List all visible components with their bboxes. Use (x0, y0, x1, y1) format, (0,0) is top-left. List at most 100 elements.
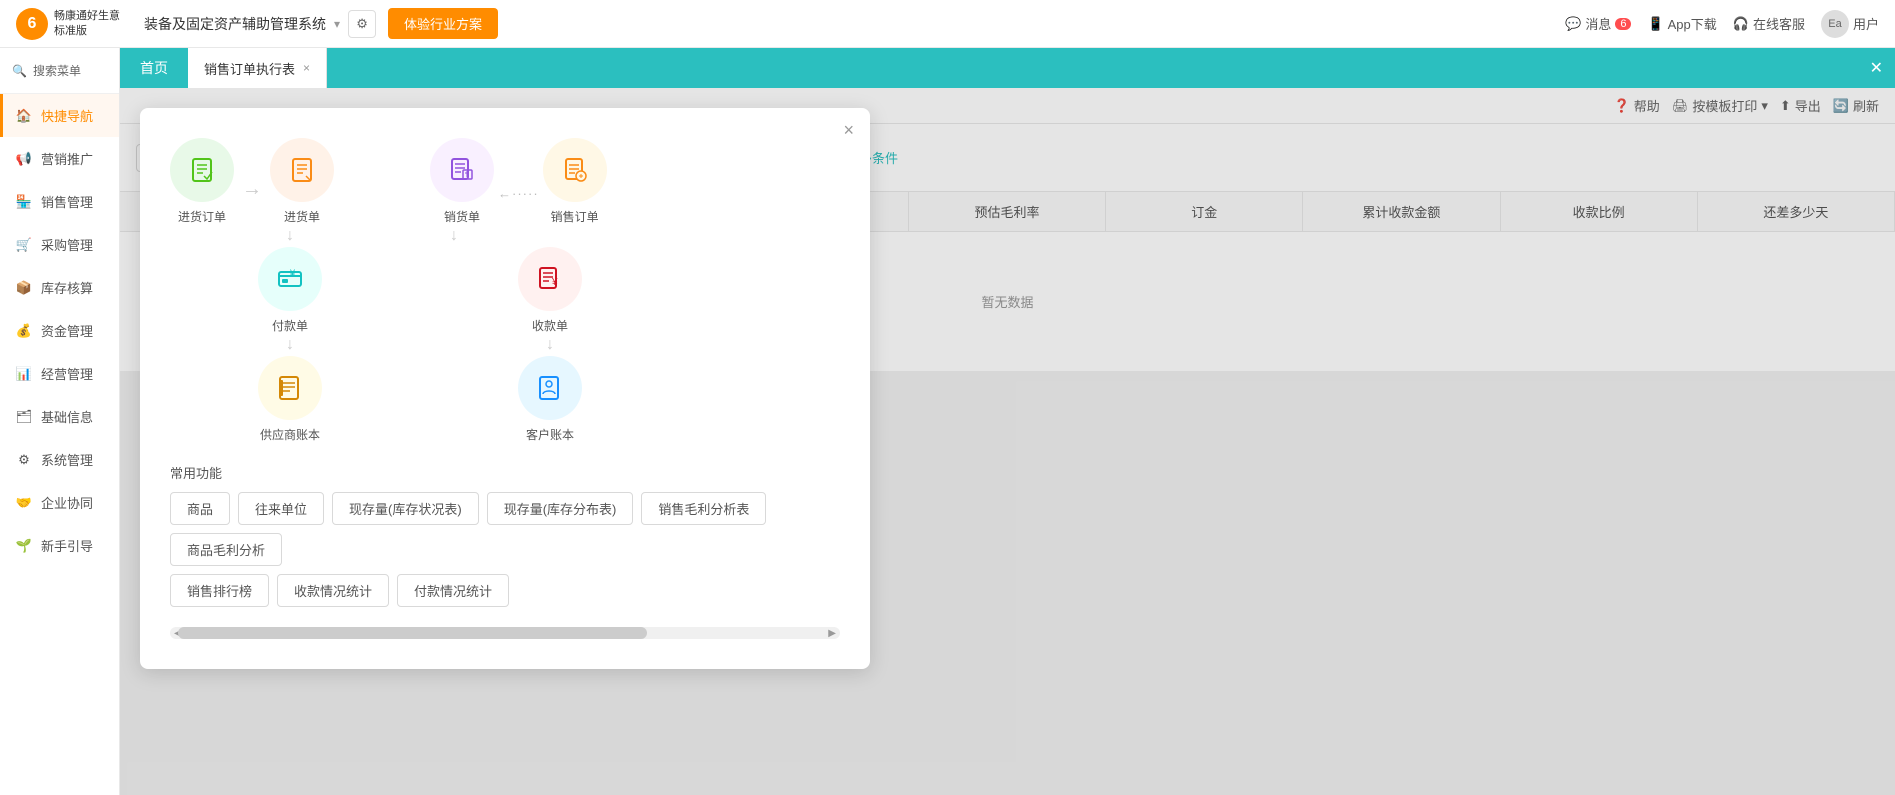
search-menu-button[interactable]: 🔍 搜索菜单 (8, 58, 111, 83)
popup-overlay: × 进货订单 (120, 88, 1895, 795)
flow-node-receipt[interactable]: ¥ 收款单 (518, 247, 582, 334)
common-btn-sales-profit[interactable]: 销售毛利分析表 (641, 492, 766, 525)
common-btn-stock-status[interactable]: 现存量(库存状况表) (332, 492, 479, 525)
common-functions-section: 常用功能 商品 往来单位 现存量(库存状况表) 现存量(库存分布表) 销售毛利分… (170, 463, 840, 607)
scroll-thumb[interactable] (178, 627, 647, 639)
main-area: 🔍 搜索菜单 🏠 快捷导航 📢 营销推广 🏪 销售管理 🛒 (0, 48, 1895, 795)
message-icon: 💬 (1565, 16, 1581, 32)
sales-order-label: 销售订单 (551, 208, 599, 225)
sidebar-item-enterprise[interactable]: 🤝 企业协同 (0, 481, 119, 524)
sidebar-item-finance[interactable]: 💰 资金管理 (0, 309, 119, 352)
newbie-icon: 🌱 (15, 537, 33, 555)
inventory-icon: 📦 (15, 279, 33, 297)
trial-button[interactable]: 体验行业方案 (388, 8, 498, 39)
online-service-button[interactable]: 🎧 在线客服 (1733, 14, 1805, 33)
tab-bar: 首页 销售订单执行表 × ✕ (120, 48, 1895, 88)
sidebar-search[interactable]: 🔍 搜索菜单 (0, 48, 119, 94)
logo-text: 畅康通好生意 标准版 (54, 9, 120, 38)
customer-ledger-icon (518, 356, 582, 420)
purchase-order-icon (170, 138, 234, 202)
flow-node-customer-ledger[interactable]: 客户账本 (518, 356, 582, 443)
phone-icon: 📱 (1647, 16, 1663, 32)
sidebar-item-purchase[interactable]: 🛒 采购管理 (0, 223, 119, 266)
arrow-down-purchase: ↓ (258, 227, 322, 245)
payment-icon: ¥ (258, 247, 322, 311)
sales-icon: 🏪 (15, 193, 33, 211)
sales-slip-label: 销货单 (444, 208, 480, 225)
user-menu[interactable]: Ea 用户 (1821, 10, 1879, 38)
gear-button[interactable]: ⚙ (348, 10, 376, 38)
sidebar-item-business[interactable]: 📊 经营管理 (0, 352, 119, 395)
basic-icon: 🗂 (15, 408, 33, 426)
supplier-ledger-label: 供应商账本 (260, 426, 320, 443)
sidebar: 🔍 搜索菜单 🏠 快捷导航 📢 营销推广 🏪 销售管理 🛒 (0, 48, 120, 795)
tab-home[interactable]: 首页 (120, 48, 188, 88)
sales-slip-icon (430, 138, 494, 202)
common-btn-counterparty[interactable]: 往来单位 (238, 492, 324, 525)
flow-diagram: 进货订单 → 进货单 (170, 138, 840, 443)
top-bar: 6 畅康通好生意 标准版 装备及固定资产辅助管理系统 ▾ ⚙ 体验行业方案 💬 … (0, 0, 1895, 48)
finance-icon: 💰 (15, 322, 33, 340)
sidebar-nav: 🏠 快捷导航 📢 营销推广 🏪 销售管理 🛒 采购管理 📦 库存核 (0, 94, 119, 795)
sidebar-item-inventory[interactable]: 📦 库存核算 (0, 266, 119, 309)
system-name-area: 装备及固定资产辅助管理系统 ▾ (144, 14, 340, 34)
sidebar-item-basic[interactable]: 🗂 基础信息 (0, 395, 119, 438)
enterprise-icon: 🤝 (15, 494, 33, 512)
common-btn-product-profit[interactable]: 商品毛利分析 (170, 533, 282, 566)
logo-area: 6 畅康通好生意 标准版 (16, 8, 136, 40)
flow-node-payment[interactable]: ¥ 付款单 (258, 247, 322, 334)
dashed-arrow-1: ←····· (498, 186, 539, 225)
common-btn-product[interactable]: 商品 (170, 492, 230, 525)
message-button[interactable]: 💬 消息 6 (1565, 14, 1631, 33)
arrow-down-receipt: ↓ (518, 336, 582, 354)
receipt-icon: ¥ (518, 247, 582, 311)
customer-ledger-label: 客户账本 (526, 426, 574, 443)
svg-text:¥: ¥ (551, 277, 558, 288)
app-download-button[interactable]: 📱 App下载 (1647, 14, 1716, 33)
common-btn-stock-dist[interactable]: 现存量(库存分布表) (487, 492, 634, 525)
popup-scrollbar[interactable]: ◀ ▶ (170, 627, 840, 639)
payment-label: 付款单 (272, 317, 308, 334)
system-icon: ⚙ (15, 451, 33, 469)
purchase-slip-icon (270, 138, 334, 202)
sidebar-item-marketing[interactable]: 📢 营销推广 (0, 137, 119, 180)
business-icon: 📊 (15, 365, 33, 383)
system-dropdown-icon[interactable]: ▾ (334, 17, 340, 31)
quick-nav-popup: × 进货订单 (140, 108, 870, 669)
tab-bar-close-button[interactable]: ✕ (1858, 58, 1895, 78)
sidebar-item-system[interactable]: ⚙ 系统管理 (0, 438, 119, 481)
logo-icon: 6 (16, 8, 48, 40)
flow-node-purchase-order[interactable]: 进货订单 (170, 138, 234, 225)
sidebar-item-newbie[interactable]: 🌱 新手引导 (0, 524, 119, 567)
page-content: ❓ 帮助 🖨 按模板打印 ▾ ⬆ 导出 🔄 刷新 (120, 88, 1895, 795)
sales-order-icon (543, 138, 607, 202)
common-buttons-row: 商品 往来单位 现存量(库存状况表) 现存量(库存分布表) 销售毛利分析表 商品… (170, 492, 840, 566)
flow-node-sales-order[interactable]: 销售订单 (543, 138, 607, 225)
arrow-down-payment: ↓ (258, 336, 322, 354)
supplier-ledger-icon (258, 356, 322, 420)
tab-close-icon[interactable]: × (303, 61, 310, 75)
arrow-po-to-ps: → (234, 178, 270, 225)
scroll-right-icon[interactable]: ▶ (824, 628, 840, 639)
flow-node-sales-slip[interactable]: 销货单 (430, 138, 494, 225)
common-btn-receipt-stats[interactable]: 收款情况统计 (277, 574, 389, 607)
marketing-icon: 📢 (15, 150, 33, 168)
purchase-slip-label: 进货单 (284, 208, 320, 225)
purchase-icon: 🛒 (15, 236, 33, 254)
tab-sales-order[interactable]: 销售订单执行表 × (188, 48, 327, 88)
popup-close-button[interactable]: × (843, 120, 854, 141)
sidebar-item-sales[interactable]: 🏪 销售管理 (0, 180, 119, 223)
sidebar-item-quick-nav[interactable]: 🏠 快捷导航 (0, 94, 119, 137)
common-btn-sales-rank[interactable]: 销售排行榜 (170, 574, 269, 607)
svg-text:¥: ¥ (289, 268, 296, 278)
flow-node-purchase-slip[interactable]: 进货单 (270, 138, 334, 225)
purchase-order-label: 进货订单 (178, 208, 226, 225)
flow-node-supplier-ledger[interactable]: 供应商账本 (258, 356, 322, 443)
arrow-down-sales: ↓ (422, 227, 486, 245)
common-btn-payment-stats[interactable]: 付款情况统计 (397, 574, 509, 607)
search-icon: 🔍 (12, 64, 27, 78)
system-name-text: 装备及固定资产辅助管理系统 (144, 14, 326, 34)
app-wrapper: 6 畅康通好生意 标准版 装备及固定资产辅助管理系统 ▾ ⚙ 体验行业方案 💬 … (0, 0, 1895, 795)
dashed-spacer1 (342, 201, 422, 225)
message-badge: 6 (1615, 18, 1631, 30)
